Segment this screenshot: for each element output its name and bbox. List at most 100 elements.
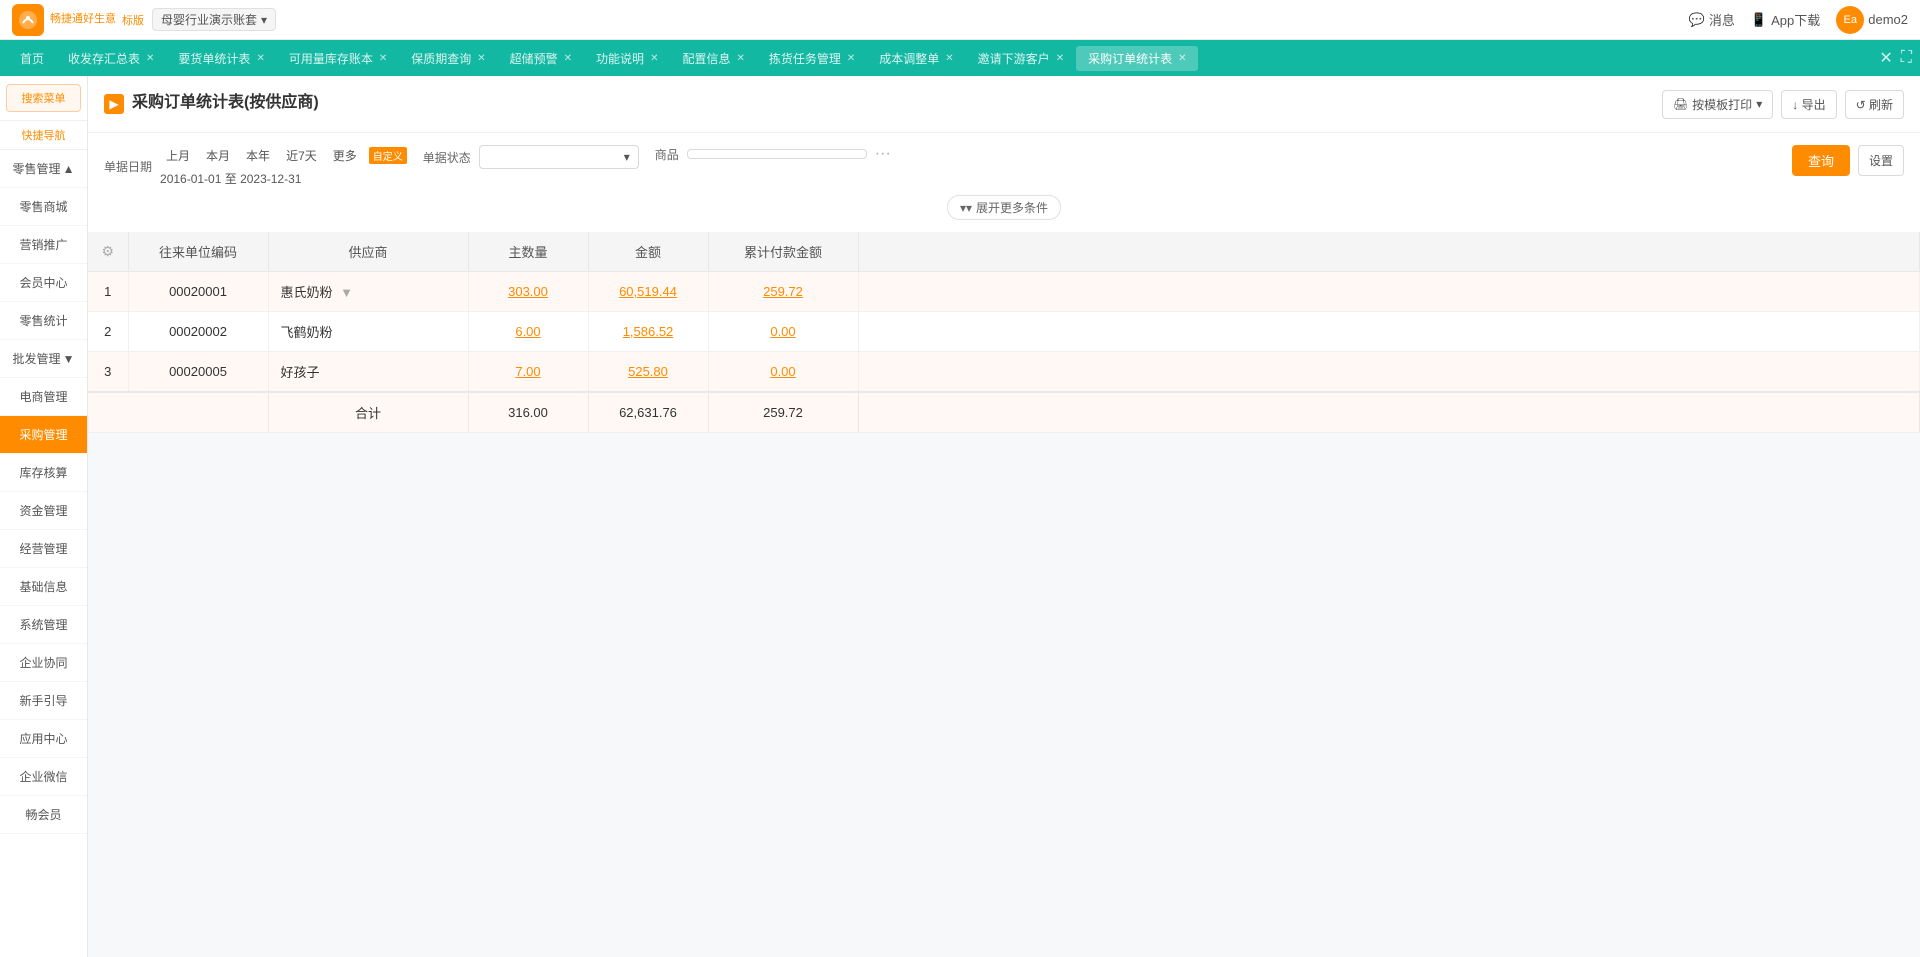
- close-icon[interactable]: ✕: [736, 53, 744, 64]
- close-icon[interactable]: ✕: [146, 53, 154, 64]
- refresh-button[interactable]: ↺ 刷新: [1845, 90, 1904, 119]
- sidebar-item-retail-mall[interactable]: 零售商城: [0, 188, 87, 226]
- tab-shoufasong[interactable]: 收发存汇总表 ✕: [56, 46, 166, 71]
- row2-qty-link[interactable]: 6.00: [515, 324, 540, 339]
- tab-home[interactable]: 首页: [8, 46, 56, 71]
- expand-more-button[interactable]: ▾▾ 展开更多条件: [947, 195, 1061, 220]
- more-options-icon[interactable]: ···: [875, 145, 891, 163]
- row3-amount: 525.80: [588, 352, 708, 393]
- tab-jianhuo[interactable]: 拣货任务管理 ✕: [757, 46, 867, 71]
- sidebar-item-basic[interactable]: 基础信息: [0, 568, 87, 606]
- sidebar-item-member[interactable]: 会员中心: [0, 264, 87, 302]
- sidebar-item-wechat[interactable]: 企业微信: [0, 758, 87, 796]
- tab-label: 要货单统计表: [178, 50, 250, 67]
- toggle-filter-button[interactable]: ▶: [104, 94, 124, 114]
- sidebar-item-operation[interactable]: 经营管理: [0, 530, 87, 568]
- sidebar-item-label: 库存核算: [19, 466, 67, 480]
- maximize-icon[interactable]: ⛶: [1901, 49, 1912, 67]
- chevron-down-icon: ▾▾: [960, 201, 972, 215]
- search-menu-button[interactable]: 搜索菜单: [6, 84, 81, 112]
- tab-peizhixinxi[interactable]: 配置信息 ✕: [670, 46, 756, 71]
- tab-yaoqing[interactable]: 邀请下游客户 ✕: [966, 46, 1076, 71]
- tab-chengben[interactable]: 成本调整单 ✕: [867, 46, 965, 71]
- export-button[interactable]: ↓ 导出: [1781, 90, 1836, 119]
- table-settings-icon[interactable]: ⚙: [101, 243, 114, 259]
- message-button[interactable]: 💬 消息: [1689, 10, 1735, 29]
- row2-supplier: 飞鹤奶粉: [268, 312, 468, 352]
- chevron-down-icon: ▾: [624, 150, 630, 164]
- row1-amount-link[interactable]: 60,519.44: [619, 284, 677, 299]
- close-all-icon[interactable]: ✕: [1879, 48, 1892, 68]
- quick-nav-button[interactable]: 快捷导航: [0, 121, 87, 150]
- query-button[interactable]: 查询: [1792, 145, 1850, 176]
- settings-button[interactable]: 设置: [1858, 145, 1904, 176]
- col-header-qty: 主数量: [468, 232, 588, 272]
- sidebar-item-label: 基础信息: [19, 580, 67, 594]
- row1-paid-link[interactable]: 259.72: [763, 284, 803, 299]
- tab-keyongliang[interactable]: 可用量库存账本 ✕: [277, 46, 399, 71]
- row3-amount-link[interactable]: 525.80: [628, 364, 668, 379]
- tab-chaochu[interactable]: 超储预警 ✕: [498, 46, 584, 71]
- last-month-btn[interactable]: 上月: [160, 145, 196, 166]
- close-icon[interactable]: ✕: [477, 53, 485, 64]
- footer-qty: 316.00: [468, 392, 588, 433]
- close-icon[interactable]: ✕: [256, 53, 264, 64]
- nav-tabs-end: ✕ ⛶: [1879, 48, 1912, 68]
- row1-paid: 259.72: [708, 272, 858, 312]
- sidebar-item-retail-manage[interactable]: 零售管理 ▲: [0, 150, 87, 188]
- tab-label: 收发存汇总表: [68, 50, 140, 67]
- sidebar-item-label: 应用中心: [19, 732, 67, 746]
- row2-paid-link[interactable]: 0.00: [770, 324, 795, 339]
- sidebar-item-wholesale[interactable]: 批发管理 ▼: [0, 340, 87, 378]
- sidebar-item-enterprise[interactable]: 企业协同: [0, 644, 87, 682]
- sidebar-item-label: 资金管理: [19, 504, 67, 518]
- close-icon[interactable]: ✕: [1056, 53, 1064, 64]
- tab-gongneng[interactable]: 功能说明 ✕: [584, 46, 670, 71]
- row3-extra: [858, 352, 1920, 393]
- data-table: ⚙ 往来单位编码 供应商 主数量 金额: [88, 232, 1920, 433]
- more-dates-btn[interactable]: 更多: [327, 145, 363, 166]
- close-icon[interactable]: ✕: [379, 53, 387, 64]
- sidebar-item-member2[interactable]: 畅会员: [0, 796, 87, 834]
- this-year-btn[interactable]: 本年: [240, 145, 276, 166]
- this-month-btn[interactable]: 本月: [200, 145, 236, 166]
- close-icon[interactable]: ✕: [847, 53, 855, 64]
- close-icon[interactable]: ✕: [650, 53, 658, 64]
- tab-yaohuo[interactable]: 要货单统计表 ✕: [166, 46, 276, 71]
- row2-amount-link[interactable]: 1,586.52: [623, 324, 674, 339]
- row3-supplier: 好孩子: [268, 352, 468, 393]
- close-icon[interactable]: ✕: [1178, 53, 1186, 64]
- close-icon[interactable]: ✕: [564, 53, 572, 64]
- sidebar-item-inventory[interactable]: 库存核算: [0, 454, 87, 492]
- row3-paid-link[interactable]: 0.00: [770, 364, 795, 379]
- row3-qty-link[interactable]: 7.00: [515, 364, 540, 379]
- row1-qty: 303.00: [468, 272, 588, 312]
- tab-baozhi[interactable]: 保质期查询 ✕: [399, 46, 497, 71]
- goods-input[interactable]: [687, 149, 867, 159]
- avatar: Ea: [1836, 6, 1864, 34]
- sidebar-item-marketing[interactable]: 营销推广: [0, 226, 87, 264]
- workspace-selector[interactable]: 母婴行业演示账套 ▾: [152, 8, 276, 31]
- status-select[interactable]: ▾: [479, 145, 639, 169]
- sidebar-item-label: 企业协同: [19, 656, 67, 670]
- sidebar-item-purchase[interactable]: 采购管理: [0, 416, 87, 454]
- row1-qty-link[interactable]: 303.00: [508, 284, 548, 299]
- print-button[interactable]: 🖨 按模板打印 ▾: [1662, 90, 1773, 119]
- row2-amount: 1,586.52: [588, 312, 708, 352]
- close-icon[interactable]: ✕: [945, 53, 953, 64]
- tab-caigou-active[interactable]: 采购订单统计表 ✕: [1076, 46, 1198, 71]
- sidebar-item-finance[interactable]: 资金管理: [0, 492, 87, 530]
- last-7-days-btn[interactable]: 近7天: [280, 145, 323, 166]
- expand-more-row: ▾▾ 展开更多条件: [104, 195, 1904, 220]
- app-download-button[interactable]: 📱 App下载: [1751, 10, 1820, 29]
- sidebar-item-system[interactable]: 系统管理: [0, 606, 87, 644]
- sidebar-item-retail-stats[interactable]: 零售统计: [0, 302, 87, 340]
- sidebar-item-guide[interactable]: 新手引导: [0, 682, 87, 720]
- user-area[interactable]: Ea demo2: [1836, 6, 1908, 34]
- sidebar-item-ecommerce[interactable]: 电商管理: [0, 378, 87, 416]
- footer-paid: 259.72: [708, 392, 858, 433]
- date-filter-label: 单据日期: [104, 158, 152, 175]
- sidebar-item-apps[interactable]: 应用中心: [0, 720, 87, 758]
- row1-expand-icon[interactable]: ▼: [340, 285, 353, 300]
- sidebar-item-label: 系统管理: [19, 618, 67, 632]
